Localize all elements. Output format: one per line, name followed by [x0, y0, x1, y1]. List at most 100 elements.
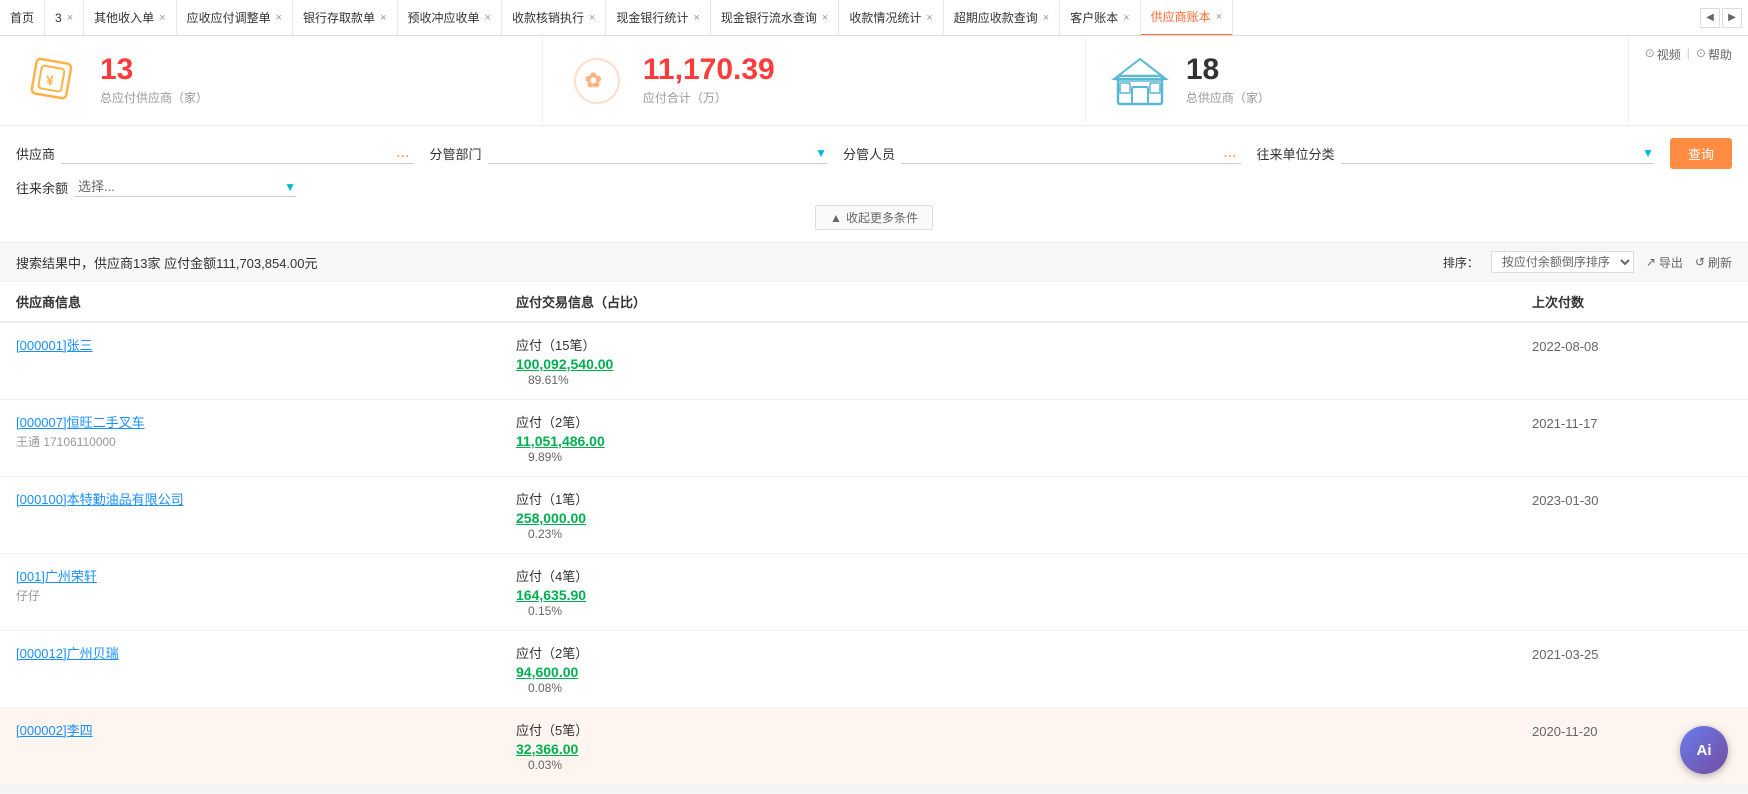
ai-label: Ai [1697, 742, 1712, 759]
balance-select-wrap: 选择... ▼ [74, 177, 296, 197]
filter-row-2: 往来余额 选择... ▼ [16, 177, 1732, 197]
supplier-link-guangzhou-rong[interactable]: [001]广州荣轩 [16, 566, 516, 585]
nav-tab-receipt-stat[interactable]: 收款情况统计 × [839, 0, 943, 36]
nav-tab-customer-book[interactable]: 客户账本 × [1060, 0, 1140, 36]
nav-tab-home[interactable]: 首页 [0, 0, 45, 36]
video-link[interactable]: 视频 [1657, 46, 1681, 63]
close-receipt-verify-icon[interactable]: × [589, 12, 595, 24]
close-tab-3-icon[interactable]: × [67, 12, 73, 24]
payable-suppliers-count: 13 [100, 55, 208, 85]
last-pay-hengwang: 2021-11-17 [1532, 412, 1732, 431]
summary-text-total-suppliers: 18 总供应商（家） [1186, 55, 1270, 106]
nav-next-button[interactable]: ▶ [1722, 8, 1742, 28]
export-button[interactable]: ↗ 导出 [1646, 254, 1683, 271]
dept-dropdown-icon[interactable]: ▼ [815, 146, 827, 160]
trans-label-guangzhou-bei: 应付（2笔） [516, 646, 588, 661]
table-row: [000001]张三 应付（15笔） 100,092,540.00 89.61%… [0, 323, 1748, 400]
close-bank-deposit-icon[interactable]: × [380, 12, 386, 24]
close-pre-receive-icon[interactable]: × [485, 12, 491, 24]
supplier-dots-icon[interactable]: ... [392, 144, 413, 162]
supplier-link-zhang3[interactable]: [000001]张三 [16, 335, 516, 354]
person-input[interactable] [901, 144, 1219, 163]
svg-text:✿: ✿ [585, 70, 602, 92]
svg-text:¥: ¥ [46, 72, 54, 88]
trans-amount-guangzhou-rong[interactable]: 164,635.90 [516, 587, 1532, 603]
close-customer-book-icon[interactable]: × [1123, 12, 1129, 24]
trans-label-zhang3: 应付（15笔） [516, 338, 595, 353]
col-header-transaction: 应付交易信息（占比） [516, 292, 1532, 311]
person-dots-icon[interactable]: ... [1219, 144, 1240, 162]
trans-amount-bente[interactable]: 258,000.00 [516, 510, 1532, 526]
refresh-label: 刷新 [1708, 254, 1732, 271]
close-overdue-ar-icon[interactable]: × [1043, 12, 1049, 24]
supplier-link-bente[interactable]: [000100]本特勤油品有限公司 [16, 489, 516, 508]
supplier-info-bente: [000100]本特勤油品有限公司 [16, 489, 516, 508]
dept-label: 分管部门 [430, 144, 482, 163]
table-row: [000012]广州贝瑞 应付（2笔） 94,600.00 0.08% 2021… [0, 631, 1748, 708]
ai-assistant-button[interactable]: Ai [1680, 726, 1728, 774]
nav-tab-overdue-ar[interactable]: 超期应收款查询 × [944, 0, 1060, 36]
supplier-input[interactable] [61, 144, 392, 163]
category-dropdown-icon[interactable]: ▼ [1642, 146, 1654, 160]
filter-supplier: 供应商 ... [16, 144, 414, 164]
nav-tab-other-income[interactable]: 其他收入单 × [84, 0, 176, 36]
balance-dropdown-icon[interactable]: ▼ [284, 180, 296, 194]
trans-label-guangzhou-rong: 应付（4笔） [516, 569, 588, 584]
collapse-label: 收起更多条件 [846, 209, 918, 226]
close-cash-bank-flow-icon[interactable]: × [822, 12, 828, 24]
trans-amount-guangzhou-bei[interactable]: 94,600.00 [516, 664, 1532, 680]
nav-tab-supplier-book[interactable]: 供应商账本 × [1141, 0, 1233, 36]
supplier-info-guangzhou-rong: [001]广州荣轩 仔仔 [16, 566, 516, 604]
last-pay-guangzhou-bei: 2021-03-25 [1532, 643, 1732, 662]
close-ar-ap-adjust-icon[interactable]: × [276, 12, 282, 24]
nav-tab-pre-receive[interactable]: 预收冲应收单 × [398, 0, 502, 36]
result-summary-text: 搜索结果中，供应商13家 应付金额111,703,854.00元 [16, 253, 318, 272]
supplier-link-guangzhou-bei[interactable]: [000012]广州贝瑞 [16, 643, 516, 662]
supplier-link-hengwang[interactable]: [000007]恒旺二手叉车 [16, 412, 516, 431]
nav-tab-bank-deposit[interactable]: 银行存取款单 × [293, 0, 397, 36]
filter-dept: 分管部门 ▼ [430, 144, 828, 164]
help-link[interactable]: 帮助 [1708, 46, 1732, 63]
filter-category: 往来单位分类 ▼ [1257, 144, 1655, 164]
sort-select[interactable]: 按应付余额倒序排序 [1491, 251, 1634, 273]
nav-prev-button[interactable]: ◀ [1700, 8, 1720, 28]
nav-tab-cash-bank-flow[interactable]: 现金银行流水查询 × [711, 0, 839, 36]
filter-area: 供应商 ... 分管部门 ▼ 分管人员 ... [0, 126, 1748, 243]
summary-item-payable-amount: ✿ 11,170.39 应付合计（万） [543, 36, 1086, 125]
supplier-info-guangzhou-bei: [000012]广州贝瑞 [16, 643, 516, 662]
nav-arrow-group: ◀ ▶ [1694, 8, 1748, 28]
star-icon: ✿ [567, 51, 627, 111]
transaction-info-zhang3: 应付（15笔） 100,092,540.00 89.61% [516, 335, 1532, 387]
supplier-input-wrap: ... [61, 144, 413, 164]
trans-amount-li4[interactable]: 32,366.00 [516, 741, 1532, 757]
summary-bar: ¥ 13 总应付供应商（家） ✿ 11,170.39 应付合计（万） [0, 36, 1748, 126]
table-row: [000002]李四 应付（5笔） 32,366.00 0.03% 2020-1… [0, 708, 1748, 785]
payable-suppliers-label: 总应付供应商（家） [100, 89, 208, 106]
summary-text-payable-amount: 11,170.39 应付合计（万） [643, 55, 775, 106]
supplier-link-li4[interactable]: [000002]李四 [16, 720, 516, 739]
transaction-info-guangzhou-bei: 应付（2笔） 94,600.00 0.08% [516, 643, 1532, 695]
filter-balance: 往来余额 选择... ▼ [16, 177, 296, 197]
category-select[interactable] [1341, 144, 1643, 163]
refresh-button[interactable]: ↺ 刷新 [1695, 254, 1732, 271]
supplier-info-zhang3: [000001]张三 [16, 335, 516, 354]
last-pay-zhang3: 2022-08-08 [1532, 335, 1732, 354]
nav-tab-ar-ap-adjust[interactable]: 应收应付调整单 × [177, 0, 293, 36]
close-receipt-stat-icon[interactable]: × [926, 12, 932, 24]
close-other-income-icon[interactable]: × [159, 12, 165, 24]
nav-tab-3[interactable]: 3 × [45, 0, 84, 36]
close-cash-bank-stat-icon[interactable]: × [693, 12, 699, 24]
close-supplier-book-icon[interactable]: × [1216, 11, 1222, 23]
trans-amount-hengwang[interactable]: 11,051,486.00 [516, 433, 1532, 449]
dept-select[interactable] [488, 144, 816, 163]
trans-amount-zhang3[interactable]: 100,092,540.00 [516, 356, 1532, 372]
filter-person: 分管人员 ... [843, 144, 1241, 164]
collapse-button[interactable]: ▲ 收起更多条件 [815, 205, 933, 230]
search-button[interactable]: 查询 [1670, 138, 1732, 169]
nav-tab-cash-bank-stat[interactable]: 现金银行统计 × [606, 0, 710, 36]
nav-tab-receipt-verify[interactable]: 收款核销执行 × [502, 0, 606, 36]
balance-select[interactable]: 选择... [74, 177, 284, 196]
trans-label-bente: 应付（1笔） [516, 492, 588, 507]
person-label: 分管人员 [843, 144, 895, 163]
col-header-supplier: 供应商信息 [16, 292, 516, 311]
